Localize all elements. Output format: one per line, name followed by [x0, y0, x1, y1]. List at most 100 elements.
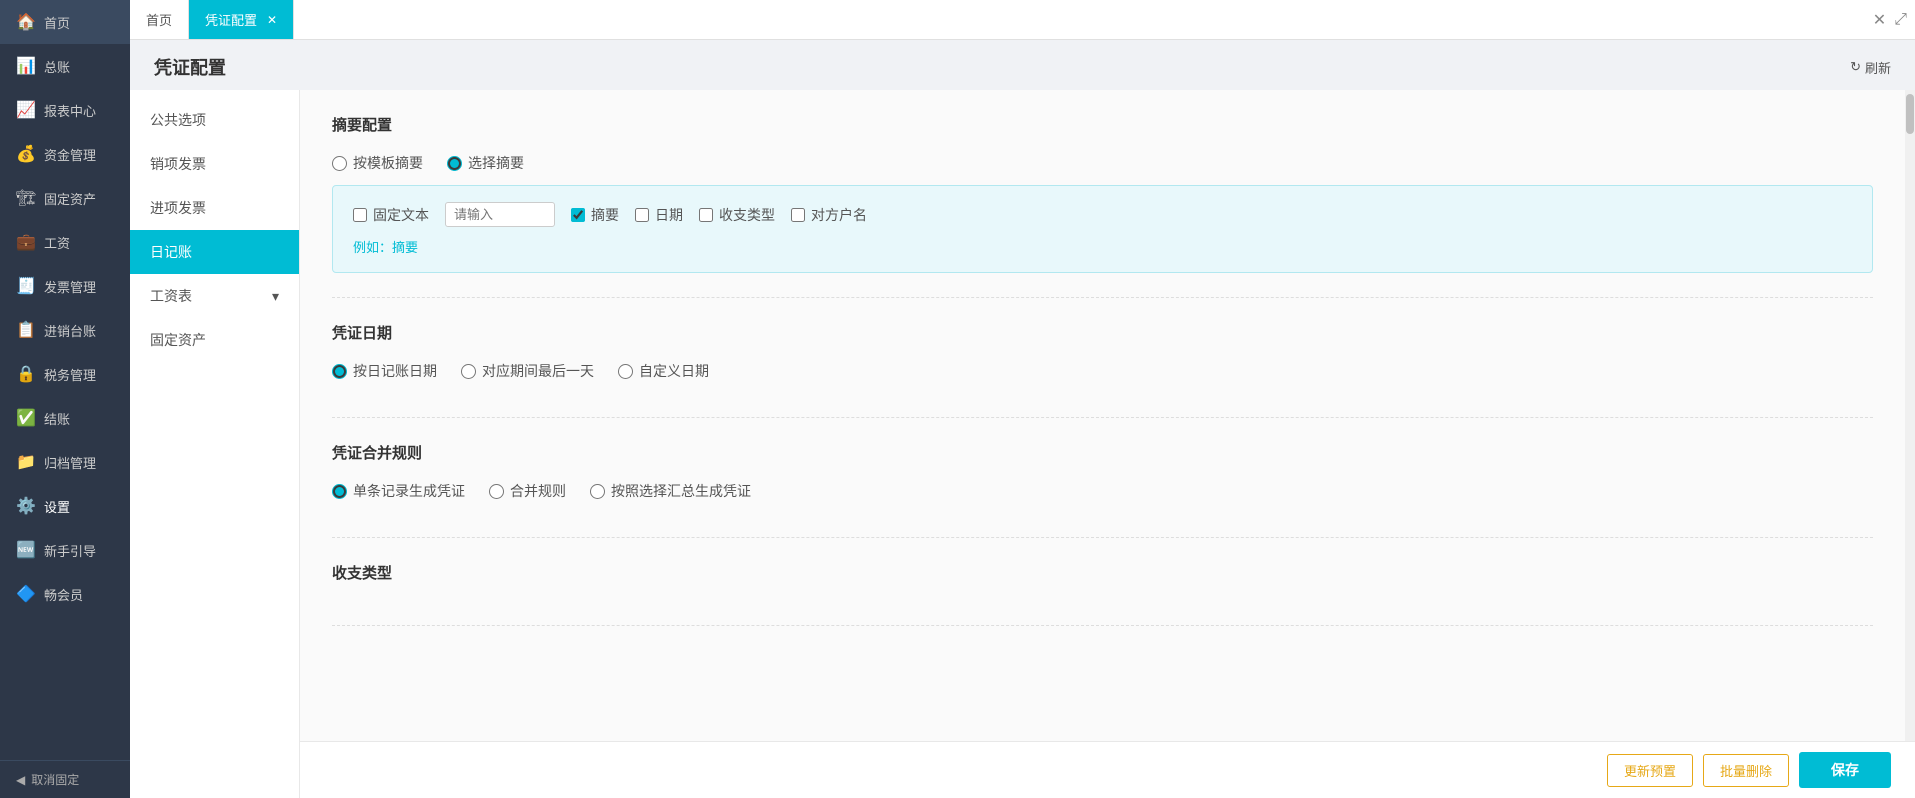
sidebar-item-home[interactable]: 🏠 首页: [0, 0, 130, 44]
tab-controls: ✕ ⤢: [1873, 10, 1915, 30]
tab-home[interactable]: 首页: [130, 0, 189, 39]
content-layout: 公共选项 销项发票 进项发票 日记账 工资表 ▾ 固定资产: [130, 90, 1905, 798]
nav-fixed-assets[interactable]: 固定资产: [130, 318, 299, 362]
right-content: 摘要配置 按模板摘要 选择摘要: [300, 90, 1905, 798]
sidebar-item-close[interactable]: ✅ 结账: [0, 396, 130, 440]
radio-merge-input[interactable]: [489, 484, 504, 499]
save-button[interactable]: 保存: [1799, 752, 1891, 788]
sidebar-item-settings[interactable]: ⚙️ 设置: [0, 484, 130, 528]
radio-template[interactable]: 按模板摘要: [332, 153, 423, 173]
radio-journal-date[interactable]: 按日记账日期: [332, 361, 437, 381]
nav-payroll-label: 工资表: [150, 286, 192, 306]
page-header: 凭证配置 ↻ 刷新: [130, 40, 1915, 90]
summary-radio-group: 按模板摘要 选择摘要: [332, 153, 1873, 173]
radio-last-day[interactable]: 对应期间最后一天: [461, 361, 594, 381]
unpin-button[interactable]: ◀ 取消固定: [0, 760, 130, 798]
sidebar-item-invoice[interactable]: 🧾 发票管理: [0, 264, 130, 308]
nav-sales-invoice[interactable]: 销项发票: [130, 142, 299, 186]
sidebar-item-salary[interactable]: 💼 工资: [0, 220, 130, 264]
bottom-action-bar: 更新预置 批量删除 保存: [300, 741, 1915, 798]
nav-public-label: 公共选项: [150, 110, 206, 130]
sidebar-item-ledger[interactable]: 📊 总账: [0, 44, 130, 88]
refresh-button[interactable]: ↻ 刷新: [1850, 58, 1891, 77]
radio-select[interactable]: 选择摘要: [447, 153, 524, 173]
refresh-icon: ↻: [1850, 59, 1861, 75]
checkbox-counterparty[interactable]: 对方户名: [791, 205, 867, 225]
nav-public[interactable]: 公共选项: [130, 98, 299, 142]
tab-home-label: 首页: [146, 10, 172, 29]
close-window-icon[interactable]: ✕: [1873, 10, 1886, 30]
checkbox-fixed-text-label: 固定文本: [373, 205, 429, 225]
funds-icon: 💰: [16, 144, 36, 164]
main-area: 首页 凭证配置 ✕ ✕ ⤢ 凭证配置 ↻ 刷新 公共选项 销项发票: [130, 0, 1915, 798]
sidebar-item-label: 总账: [44, 57, 70, 76]
radio-select-input[interactable]: [447, 156, 462, 171]
invoice-icon: 🧾: [16, 276, 36, 296]
sidebar-item-label: 归档管理: [44, 453, 96, 472]
tab-close-icon[interactable]: ✕: [267, 13, 277, 27]
checkbox-fixed-text-input[interactable]: [353, 208, 367, 222]
sidebar-item-label: 设置: [44, 497, 70, 516]
nav-purchase-invoice-label: 进项发票: [150, 198, 206, 218]
radio-merge[interactable]: 合并规则: [489, 481, 566, 501]
nav-purchase-invoice[interactable]: 进项发票: [130, 186, 299, 230]
summary-section: 摘要配置 按模板摘要 选择摘要: [332, 114, 1873, 298]
nav-journal[interactable]: 日记账: [130, 230, 299, 274]
checkbox-fixed-text[interactable]: 固定文本: [353, 205, 429, 225]
sidebar-item-label: 进销台账: [44, 321, 96, 340]
member-icon: 🔷: [16, 584, 36, 604]
checkbox-row: 固定文本 摘要 日期: [353, 202, 1852, 227]
checkbox-summary-input[interactable]: [571, 208, 585, 222]
expand-window-icon[interactable]: ⤢: [1894, 11, 1907, 29]
merge-title: 凭证合并规则: [332, 442, 1873, 463]
sidebar-item-guide[interactable]: 🆕 新手引导: [0, 528, 130, 572]
sidebar-item-funds[interactable]: 💰 资金管理: [0, 132, 130, 176]
sidebar-item-archive[interactable]: 📁 归档管理: [0, 440, 130, 484]
sidebar-item-reports[interactable]: 📈 报表中心: [0, 88, 130, 132]
radio-last-day-input[interactable]: [461, 364, 476, 379]
sidebar-item-label: 报表中心: [44, 101, 96, 120]
example-text: 例如：摘要: [353, 237, 1852, 256]
scrollbar-track[interactable]: [1905, 90, 1915, 798]
checkbox-counterparty-input[interactable]: [791, 208, 805, 222]
radio-select-total-input[interactable]: [590, 484, 605, 499]
content-wrapper: 公共选项 销项发票 进项发票 日记账 工资表 ▾ 固定资产: [130, 90, 1915, 798]
checkbox-date-input[interactable]: [635, 208, 649, 222]
tab-voucher-config[interactable]: 凭证配置 ✕: [189, 0, 294, 39]
nav-payroll[interactable]: 工资表 ▾: [130, 274, 299, 318]
left-nav: 公共选项 销项发票 进项发票 日记账 工资表 ▾ 固定资产: [130, 90, 300, 798]
guide-icon: 🆕: [16, 540, 36, 560]
radio-custom-date[interactable]: 自定义日期: [618, 361, 709, 381]
radio-select-label: 选择摘要: [468, 153, 524, 173]
archive-icon: 📁: [16, 452, 36, 472]
radio-custom-date-input[interactable]: [618, 364, 633, 379]
nav-journal-label: 日记账: [150, 242, 192, 262]
radio-journal-date-label: 按日记账日期: [353, 361, 437, 381]
sidebar-item-member[interactable]: 🔷 畅会员: [0, 572, 130, 616]
sidebar-item-assets[interactable]: 🏗 固定资产: [0, 176, 130, 220]
radio-single[interactable]: 单条记录生成凭证: [332, 481, 465, 501]
sidebar-item-label: 畅会员: [44, 585, 83, 604]
sidebar-item-tax[interactable]: 🔒 税务管理: [0, 352, 130, 396]
batch-delete-button[interactable]: 批量删除: [1703, 754, 1789, 787]
checkbox-income-type-input[interactable]: [699, 208, 713, 222]
sidebar-item-pursale[interactable]: 📋 进销台账: [0, 308, 130, 352]
update-preset-button[interactable]: 更新预置: [1607, 754, 1693, 787]
date-title: 凭证日期: [332, 322, 1873, 343]
checkbox-summary[interactable]: 摘要: [571, 205, 619, 225]
radio-single-input[interactable]: [332, 484, 347, 499]
salary-icon: 💼: [16, 232, 36, 252]
summary-title: 摘要配置: [332, 114, 1873, 135]
merge-radio-group: 单条记录生成凭证 合并规则 按照选择汇总生成凭证: [332, 481, 1873, 501]
radio-template-input[interactable]: [332, 156, 347, 171]
radio-select-total[interactable]: 按照选择汇总生成凭证: [590, 481, 751, 501]
sidebar-item-label: 发票管理: [44, 277, 96, 296]
checkbox-counterparty-label: 对方户名: [811, 205, 867, 225]
radio-last-day-label: 对应期间最后一天: [482, 361, 594, 381]
radio-journal-date-input[interactable]: [332, 364, 347, 379]
checkbox-income-type[interactable]: 收支类型: [699, 205, 775, 225]
scrollbar-thumb[interactable]: [1906, 94, 1914, 134]
fixed-text-input[interactable]: [445, 202, 555, 227]
checkbox-date[interactable]: 日期: [635, 205, 683, 225]
tab-bar: 首页 凭证配置 ✕ ✕ ⤢: [130, 0, 1915, 40]
